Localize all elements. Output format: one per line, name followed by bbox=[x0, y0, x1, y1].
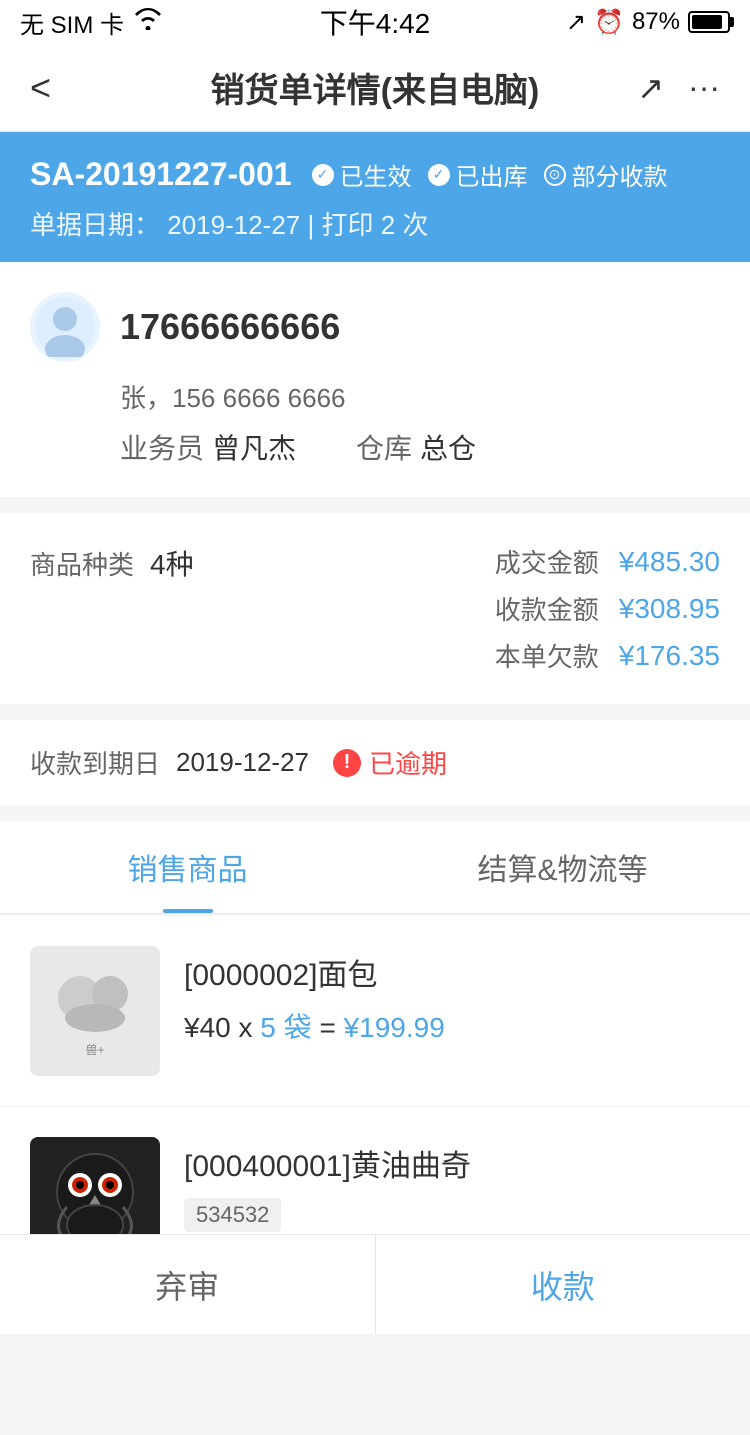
status-badges: ✓ 已生效 ✓ 已出库 ⊙ 部分收款 bbox=[312, 157, 668, 192]
due-date-section: 收款到期日 2019-12-27 ! 已逾期 bbox=[0, 720, 750, 805]
amount-row-0: 成交金额 ¥485.30 bbox=[495, 543, 720, 580]
staff-row: 业务员 曾凡杰 仓库 总仓 bbox=[120, 427, 720, 467]
alarm-icon: ⏰ bbox=[594, 8, 624, 37]
stats-section: 商品种类 4种 成交金额 ¥485.30 收款金额 ¥308.95 本单欠款 ¥… bbox=[0, 513, 750, 704]
product-tag-1: 534532 bbox=[184, 1198, 281, 1232]
gps-icon: ↗ bbox=[566, 8, 586, 37]
status-bar-left: 无 SIM 卡 bbox=[20, 5, 162, 40]
tabs-section: 销售商品 结算&物流等 bbox=[0, 821, 750, 914]
tab-settlement-label: 结算&物流等 bbox=[477, 854, 647, 887]
product-name-1: [000400001]黄油曲奇 bbox=[184, 1141, 720, 1185]
staff-name: 曾凡杰 bbox=[212, 427, 296, 467]
overdue-icon: ! bbox=[333, 749, 361, 777]
amount-label-2: 本单欠款 bbox=[495, 637, 599, 674]
order-id: SA-20191227-001 bbox=[30, 156, 292, 193]
nav-bar: < 销货单详情(来自电脑) ↗ ··· bbox=[0, 44, 750, 132]
due-label: 收款到期日 bbox=[30, 744, 160, 781]
tab-sales-label: 销售商品 bbox=[128, 854, 248, 887]
price-x-0: x bbox=[239, 1012, 261, 1043]
status-bar: 无 SIM 卡 下午4:42 ↗ ⏰ 87% bbox=[0, 0, 750, 44]
battery-percent: 87% bbox=[632, 8, 680, 36]
product-name-0: [0000002]面包 bbox=[184, 950, 720, 994]
warehouse-name: 总仓 bbox=[420, 427, 476, 467]
stats-right: 成交金额 ¥485.30 收款金额 ¥308.95 本单欠款 ¥176.35 bbox=[495, 543, 720, 674]
amount-label-1: 收款金额 bbox=[495, 590, 599, 627]
amount-value-2: ¥176.35 bbox=[619, 640, 720, 672]
staff-label: 业务员 bbox=[120, 427, 204, 467]
warehouse-label: 仓库 bbox=[356, 427, 412, 467]
product-item-0: 兽+ [0000002]面包 ¥40 x 5 袋 = ¥199.99 bbox=[0, 916, 750, 1107]
clock-icon: ⊙ bbox=[544, 164, 566, 186]
price-qty-0: 5 bbox=[260, 1012, 276, 1043]
stats-left: 商品种类 4种 bbox=[30, 543, 495, 583]
cancel-button[interactable]: 弃审 bbox=[0, 1235, 376, 1334]
product-type-item: 商品种类 4种 bbox=[30, 543, 495, 583]
price-base-0: ¥40 bbox=[184, 1012, 231, 1043]
amount-row-1: 收款金额 ¥308.95 bbox=[495, 590, 720, 627]
tab-sales-products[interactable]: 销售商品 bbox=[0, 821, 375, 913]
amount-label-0: 成交金额 bbox=[495, 543, 599, 580]
order-print-unit: 次 bbox=[402, 210, 428, 240]
share-button[interactable]: ↗ bbox=[637, 69, 664, 107]
status-partial-text: 部分收款 bbox=[572, 157, 668, 192]
price-total-0: ¥199.99 bbox=[344, 1012, 445, 1043]
back-button[interactable]: < bbox=[30, 67, 51, 109]
product-info-0: [0000002]面包 ¥40 x 5 袋 = ¥199.99 bbox=[184, 946, 720, 1046]
order-date-label: 单据日期： bbox=[30, 210, 160, 240]
product-type-label: 商品种类 bbox=[30, 545, 134, 582]
order-banner: SA-20191227-001 ✓ 已生效 ✓ 已出库 ⊙ 部分收款 单据日期：… bbox=[0, 132, 750, 262]
order-date-value: 2019-12-27 bbox=[167, 210, 300, 240]
status-bar-time: 下午4:42 bbox=[320, 2, 431, 42]
price-eq-0: = bbox=[319, 1012, 343, 1043]
bottom-bar: 弃审 收款 bbox=[0, 1234, 750, 1334]
battery-icon bbox=[688, 11, 730, 33]
status-bar-right: ↗ ⏰ 87% bbox=[566, 8, 730, 37]
cancel-label: 弃审 bbox=[155, 1262, 219, 1308]
product-image-0: 兽+ bbox=[30, 946, 160, 1076]
amount-value-0: ¥485.30 bbox=[619, 546, 720, 578]
product-type-count: 4种 bbox=[150, 543, 194, 583]
status-active-text: 已生效 bbox=[340, 157, 412, 192]
customer-name-phone: 张，156 6666 6666 bbox=[120, 378, 720, 415]
overdue-text: 已逾期 bbox=[369, 744, 447, 781]
check-icon-2: ✓ bbox=[428, 164, 450, 186]
due-date-value: 2019-12-27 bbox=[176, 747, 309, 778]
amount-row-2: 本单欠款 ¥176.35 bbox=[495, 637, 720, 674]
status-badge-active: ✓ 已生效 bbox=[312, 157, 412, 192]
order-banner-top: SA-20191227-001 ✓ 已生效 ✓ 已出库 ⊙ 部分收款 bbox=[30, 156, 720, 193]
amount-value-1: ¥308.95 bbox=[619, 593, 720, 625]
check-icon-1: ✓ bbox=[312, 164, 334, 186]
svg-text:兽+: 兽+ bbox=[85, 1043, 104, 1057]
status-shipped-text: 已出库 bbox=[456, 157, 528, 192]
confirm-button[interactable]: 收款 bbox=[376, 1235, 750, 1334]
order-print-count: 2 bbox=[381, 210, 395, 240]
order-date-row: 单据日期： 2019-12-27 | 打印 2 次 bbox=[30, 205, 720, 242]
status-badge-partial: ⊙ 部分收款 bbox=[544, 157, 668, 192]
wifi-icon bbox=[134, 8, 162, 37]
price-unit-0: 袋 bbox=[284, 1012, 312, 1043]
customer-section: 17666666666 张，156 6666 6666 业务员 曾凡杰 仓库 总… bbox=[0, 262, 750, 497]
product-price-0: ¥40 x 5 袋 = ¥199.99 bbox=[184, 1006, 720, 1046]
order-print-label: | 打印 bbox=[307, 210, 373, 240]
carrier-text: 无 SIM 卡 bbox=[20, 5, 124, 40]
more-button[interactable]: ··· bbox=[688, 69, 720, 106]
status-badge-shipped: ✓ 已出库 bbox=[428, 157, 528, 192]
page-title: 销货单详情(来自电脑) bbox=[211, 63, 540, 112]
confirm-label: 收款 bbox=[531, 1262, 595, 1308]
customer-avatar bbox=[30, 292, 100, 362]
nav-actions: ↗ ··· bbox=[637, 69, 720, 107]
tab-settlement[interactable]: 结算&物流等 bbox=[375, 821, 750, 913]
customer-row: 17666666666 bbox=[30, 292, 720, 362]
overdue-badge: ! 已逾期 bbox=[333, 744, 447, 781]
customer-id: 17666666666 bbox=[120, 306, 340, 348]
